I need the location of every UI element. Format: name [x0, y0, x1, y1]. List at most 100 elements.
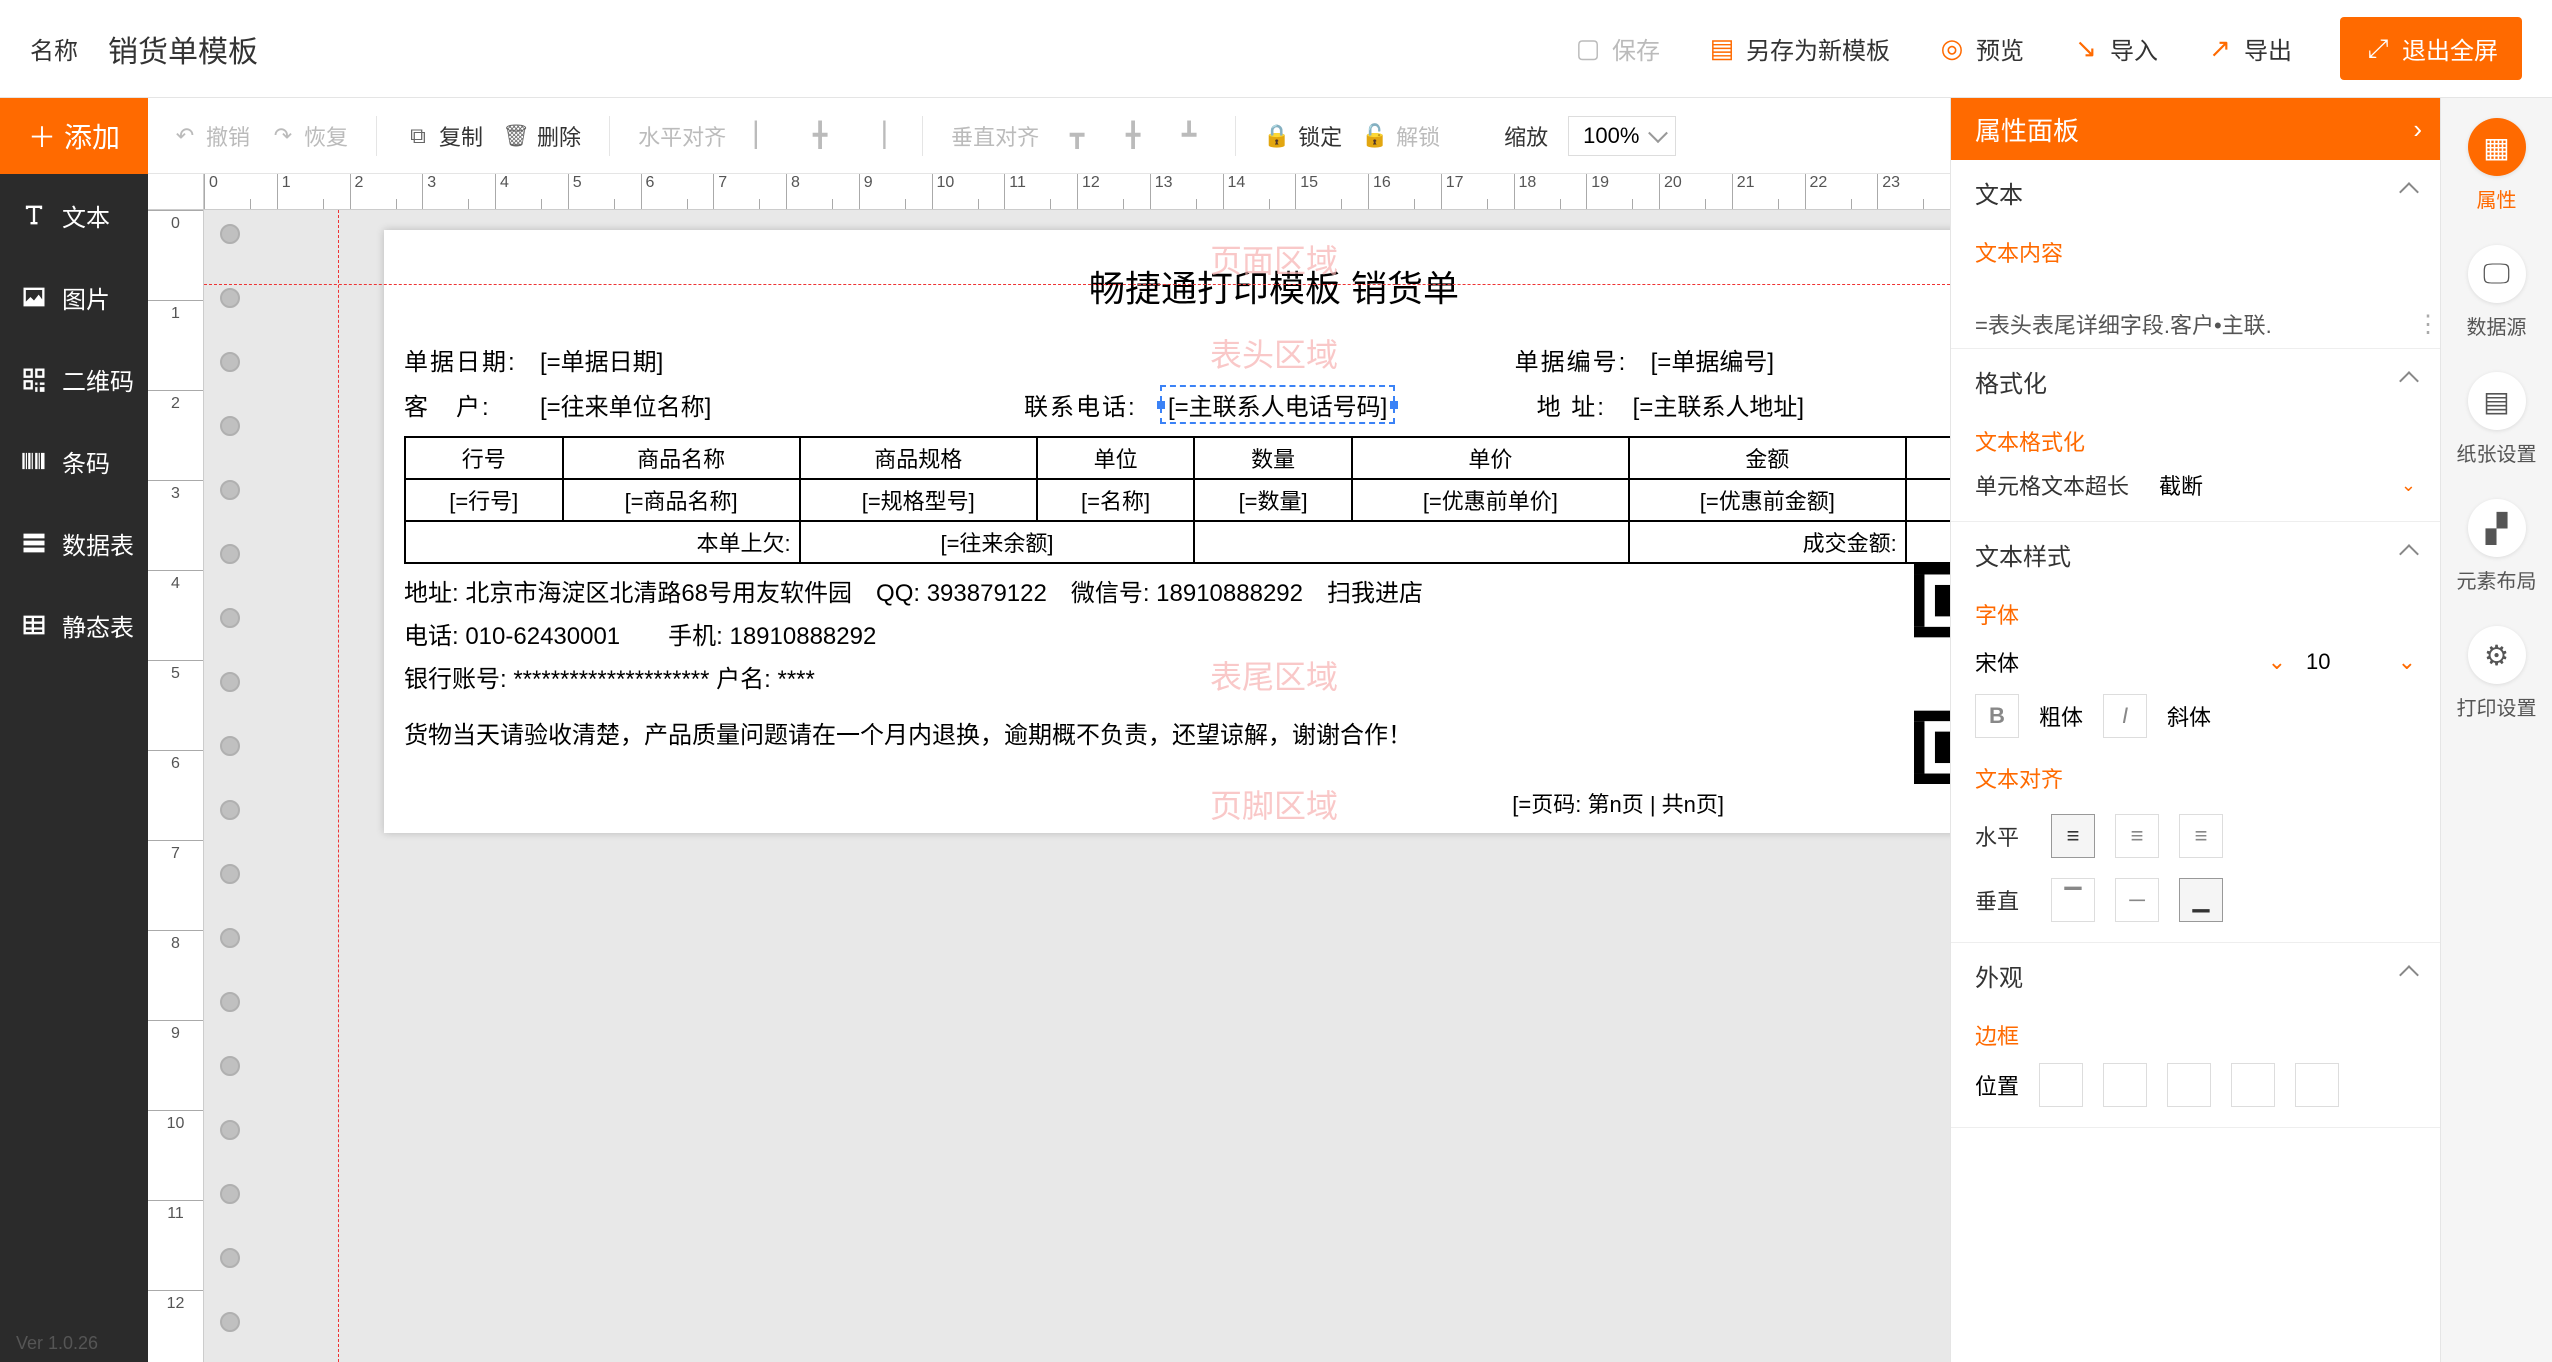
- section-format[interactable]: 格式化: [1951, 349, 2440, 413]
- align-center-icon[interactable]: ╋: [802, 118, 838, 154]
- align-h-right-button[interactable]: ≡: [2179, 814, 2223, 858]
- addr-value[interactable]: [=主联系人地址]: [1633, 387, 1804, 422]
- undo-button[interactable]: ↶撤销: [172, 120, 250, 152]
- table-cell[interactable]: [=备注]: [1906, 479, 1950, 521]
- table-header[interactable]: 金额: [1629, 437, 1906, 479]
- guide-dot[interactable]: [220, 992, 240, 1012]
- page[interactable]: 页面区域 畅捷通打印模板 销货单 表头区域 单据日期:[=单据日期] 单据编号:…: [384, 230, 1950, 833]
- table-header[interactable]: 行号: [405, 437, 563, 479]
- save-button[interactable]: ▢保存: [1574, 31, 1660, 66]
- align-h-left-button[interactable]: ≡: [2051, 814, 2095, 858]
- bold-button[interactable]: B: [1975, 694, 2019, 738]
- lock-button[interactable]: 🔒锁定: [1264, 120, 1342, 152]
- tab-paper[interactable]: ▤纸张设置: [2457, 372, 2537, 467]
- tab-print[interactable]: ⚙打印设置: [2457, 626, 2537, 721]
- zoom-select[interactable]: 100%: [1568, 116, 1676, 156]
- tab-datasource[interactable]: 🖵数据源: [2467, 245, 2527, 340]
- tel-label[interactable]: 联系电话:: [1024, 387, 1144, 422]
- date-label[interactable]: 单据日期:: [404, 342, 524, 377]
- overflow-select[interactable]: 截断⌄: [2159, 469, 2416, 501]
- section-style[interactable]: 文本样式: [1951, 522, 2440, 586]
- cust-value[interactable]: [=往来单位名称]: [540, 387, 711, 422]
- section-appearance[interactable]: 外观: [1951, 943, 2440, 1007]
- table-header[interactable]: 商品名称: [563, 437, 800, 479]
- unlock-button[interactable]: 🔓解锁: [1362, 120, 1440, 152]
- guide-line-v1[interactable]: [338, 210, 339, 1362]
- table-cell[interactable]: [=数量]: [1194, 479, 1352, 521]
- foot-right-label[interactable]: 成交金额:: [1629, 521, 1906, 563]
- guide-dot[interactable]: [220, 352, 240, 372]
- foot-left-val[interactable]: [=往来余额]: [800, 521, 1195, 563]
- align-v-top-button[interactable]: ▔: [2051, 878, 2095, 922]
- guide-dot[interactable]: [220, 1312, 240, 1332]
- name-value[interactable]: 销货单模板: [108, 27, 258, 71]
- border-all-button[interactable]: [2039, 1063, 2083, 1107]
- align-bottom-icon[interactable]: ┻: [1171, 118, 1207, 154]
- align-h-center-button[interactable]: ≡: [2115, 814, 2159, 858]
- qr-code[interactable]: [1914, 564, 1950, 784]
- doc-title[interactable]: 畅捷通打印模板 销货单: [404, 260, 1950, 312]
- guide-dot[interactable]: [220, 736, 240, 756]
- table-header[interactable]: 单位: [1037, 437, 1195, 479]
- export-button[interactable]: ↗导出: [2206, 31, 2292, 66]
- guide-dot[interactable]: [220, 928, 240, 948]
- table-header[interactable]: 数量: [1194, 437, 1352, 479]
- align-middle-icon[interactable]: ╋: [1115, 118, 1151, 154]
- nav-barcode[interactable]: 条码: [0, 420, 148, 502]
- text-content-value[interactable]: =表头表尾详细字段.客户•主联.: [1951, 308, 2416, 340]
- table-header[interactable]: 备注: [1906, 437, 1950, 479]
- guide-dot[interactable]: [220, 1248, 240, 1268]
- guide-dot[interactable]: [220, 672, 240, 692]
- table-cell[interactable]: [=名称]: [1037, 479, 1195, 521]
- pagenum-value[interactable]: [=页码: 第n页 | 共n页]: [1512, 787, 1724, 819]
- align-v-bottom-button[interactable]: ▁: [2179, 878, 2223, 922]
- footer-bank[interactable]: 银行账号: ********************* 户名: ****: [404, 658, 1950, 701]
- date-value[interactable]: [=单据日期]: [540, 342, 663, 377]
- table-cell[interactable]: [=优惠前金额]: [1629, 479, 1906, 521]
- table-cell[interactable]: [=优惠前单价]: [1352, 479, 1629, 521]
- guide-dot[interactable]: [220, 1184, 240, 1204]
- nav-qrcode[interactable]: 二维码: [0, 338, 148, 420]
- no-label[interactable]: 单据编号:: [1515, 342, 1635, 377]
- exit-fullscreen-button[interactable]: ⤢退出全屏: [2340, 17, 2522, 80]
- add-button[interactable]: ＋添加: [0, 98, 148, 174]
- more-icon[interactable]: ⋮: [2416, 310, 2440, 339]
- redo-button[interactable]: ↷恢复: [270, 120, 348, 152]
- guide-dot[interactable]: [220, 608, 240, 628]
- align-v-middle-button[interactable]: ─: [2115, 878, 2159, 922]
- guide-dot[interactable]: [220, 224, 240, 244]
- canvas-area[interactable]: 页面区域 畅捷通打印模板 销货单 表头区域 单据日期:[=单据日期] 单据编号:…: [204, 210, 1950, 1362]
- cust-label[interactable]: 客 户:: [404, 387, 524, 422]
- guide-dot[interactable]: [220, 864, 240, 884]
- guide-dot[interactable]: [220, 800, 240, 820]
- italic-button[interactable]: I: [2103, 694, 2147, 738]
- border-top-button[interactable]: [2103, 1063, 2147, 1107]
- guide-dot[interactable]: [220, 288, 240, 308]
- guide-line-h[interactable]: [204, 284, 1950, 285]
- font-select[interactable]: 宋体⌄: [1975, 646, 2286, 678]
- tab-layout[interactable]: ▞元素布局: [2457, 499, 2537, 594]
- guide-dot[interactable]: [220, 416, 240, 436]
- save-as-button[interactable]: ▤另存为新模板: [1708, 31, 1890, 66]
- copy-button[interactable]: ⧉复制: [405, 120, 483, 152]
- table-cell[interactable]: [=商品名称]: [563, 479, 800, 521]
- import-button[interactable]: ↘导入: [2072, 31, 2158, 66]
- foot-left-label[interactable]: 本单上欠:: [405, 521, 800, 563]
- table-cell[interactable]: [=行号]: [405, 479, 563, 521]
- nav-image[interactable]: 图片: [0, 256, 148, 338]
- template-table[interactable]: 行号商品名称商品规格单位数量单价金额备注 [=行号][=商品名称][=规格型号]…: [404, 436, 1950, 564]
- footer-addr[interactable]: 地址: 北京市海淀区北清路68号用友软件园 QQ: 393879122 微信号:…: [404, 572, 1950, 615]
- table-header[interactable]: 商品规格: [800, 437, 1037, 479]
- no-value[interactable]: [=单据编号]: [1651, 342, 1774, 377]
- border-right-button[interactable]: [2167, 1063, 2211, 1107]
- footer-note[interactable]: 货物当天请验收清楚，产品质量问题请在一个月内退换，逾期概不负责，还望谅解，谢谢合…: [404, 714, 1950, 757]
- tab-properties[interactable]: ▦属性: [2468, 118, 2526, 213]
- guide-dot[interactable]: [220, 480, 240, 500]
- properties-header[interactable]: 属性面板›: [1951, 98, 2440, 160]
- footer-tel[interactable]: 电话: 010-62430001 手机: 18910888292: [404, 615, 1950, 658]
- border-bottom-button[interactable]: [2231, 1063, 2275, 1107]
- table-header[interactable]: 单价: [1352, 437, 1629, 479]
- align-top-icon[interactable]: ┳: [1059, 118, 1095, 154]
- foot-right-val[interactable]: [=成交金额]: [1906, 521, 1950, 563]
- guide-dot[interactable]: [220, 544, 240, 564]
